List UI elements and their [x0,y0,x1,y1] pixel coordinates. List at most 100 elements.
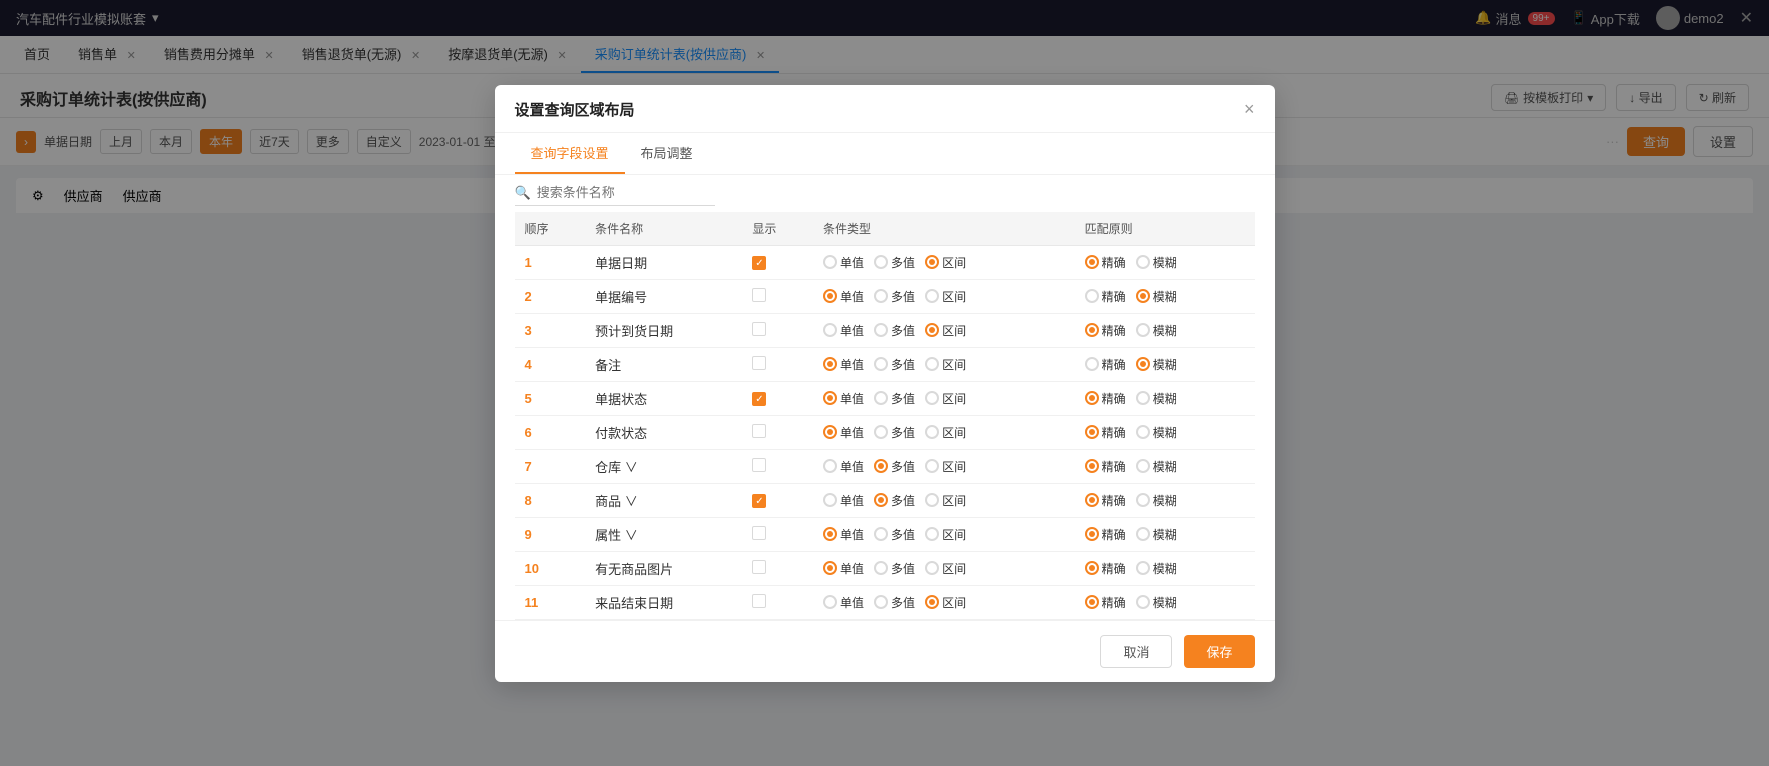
type-radio-option[interactable]: 单值 [823,458,864,475]
row-type: 单值多值区间 [813,449,1075,483]
type-radio-option[interactable]: 单值 [823,390,864,407]
type-radio-option[interactable]: 区间 [925,492,966,509]
save-button[interactable]: 保存 [1184,635,1254,668]
type-radio-option[interactable]: 多值 [874,356,915,373]
type-radio-option[interactable]: 单值 [823,492,864,509]
row-display[interactable] [742,551,813,585]
type-radio-option[interactable]: 区间 [925,390,966,407]
type-radio-option[interactable]: 单值 [823,322,864,339]
type-radio-option[interactable]: 区间 [925,424,966,441]
row-display[interactable] [742,279,813,313]
row-display[interactable] [742,245,813,279]
radio-circle [925,595,939,609]
row-display[interactable] [742,585,813,619]
match-radio-option[interactable]: 精确 [1085,594,1126,611]
dialog-tab-layout[interactable]: 布局调整 [625,133,709,174]
dialog-close-button[interactable]: × [1244,100,1255,118]
conditions-table: 顺序 条件名称 显示 条件类型 匹配原则 1单据日期单值多值区间精确模糊2单据编… [515,212,1255,620]
display-checkbox[interactable] [752,322,766,336]
type-radio-option[interactable]: 区间 [925,594,966,611]
display-checkbox[interactable] [752,458,766,472]
match-radio-option[interactable]: 模糊 [1136,424,1177,441]
match-radio-option[interactable]: 精确 [1085,458,1126,475]
dialog-footer: 取消 保存 [495,620,1275,682]
display-checkbox[interactable] [752,356,766,370]
type-radio-option[interactable]: 多值 [874,254,915,271]
display-checkbox[interactable] [752,424,766,438]
row-display[interactable] [742,517,813,551]
match-radio-option[interactable]: 精确 [1085,526,1126,543]
row-display[interactable] [742,449,813,483]
match-radio-option[interactable]: 精确 [1085,492,1126,509]
table-row: 5单据状态单值多值区间精确模糊 [515,381,1255,415]
dialog-tab-query[interactable]: 查询字段设置 [515,133,625,174]
display-checkbox[interactable] [752,594,766,608]
match-radio-option[interactable]: 模糊 [1136,390,1177,407]
type-radio-option[interactable]: 区间 [925,288,966,305]
radio-circle [874,561,888,575]
match-radio-option[interactable]: 模糊 [1136,288,1177,305]
type-radio-option[interactable]: 区间 [925,526,966,543]
radio-circle [1085,255,1099,269]
match-radio-option[interactable]: 精确 [1085,356,1126,373]
row-display[interactable] [742,347,813,381]
match-radio-option[interactable]: 模糊 [1136,594,1177,611]
row-type: 单值多值区间 [813,551,1075,585]
type-radio-option[interactable]: 区间 [925,356,966,373]
match-radio-option[interactable]: 精确 [1085,424,1126,441]
type-radio-option[interactable]: 单值 [823,560,864,577]
match-radio-option[interactable]: 模糊 [1136,356,1177,373]
match-radio-option[interactable]: 精确 [1085,254,1126,271]
type-radio-option[interactable]: 多值 [874,492,915,509]
type-radio-option[interactable]: 单值 [823,254,864,271]
type-radio-option[interactable]: 多值 [874,560,915,577]
radio-circle [1136,493,1150,507]
match-radio-option[interactable]: 精确 [1085,322,1126,339]
type-radio-option[interactable]: 单值 [823,424,864,441]
row-display[interactable] [742,381,813,415]
display-checkbox[interactable] [752,526,766,540]
type-radio-option[interactable]: 区间 [925,560,966,577]
type-radio-option[interactable]: 多值 [874,322,915,339]
display-checkbox[interactable] [752,288,766,302]
type-radio-option[interactable]: 单值 [823,288,864,305]
display-checkbox[interactable] [752,560,766,574]
type-radio-option[interactable]: 单值 [823,526,864,543]
row-name: 单据状态 [585,381,742,415]
display-checkbox[interactable] [752,494,766,508]
search-input[interactable] [537,185,697,200]
row-display[interactable] [742,313,813,347]
match-radio-option[interactable]: 精确 [1085,560,1126,577]
radio-circle [1085,357,1099,371]
type-radio-option[interactable]: 多值 [874,424,915,441]
match-radio-option[interactable]: 模糊 [1136,492,1177,509]
match-radio-option[interactable]: 模糊 [1136,526,1177,543]
display-checkbox[interactable] [752,256,766,270]
type-radio-option[interactable]: 单值 [823,594,864,611]
cancel-button[interactable]: 取消 [1100,635,1172,668]
match-radio-option[interactable]: 精确 [1085,390,1126,407]
type-radio-option[interactable]: 区间 [925,254,966,271]
type-radio-option[interactable]: 单值 [823,356,864,373]
match-radio-option[interactable]: 精确 [1085,288,1126,305]
row-name: 属性 ∨ [585,517,742,551]
type-radio-option[interactable]: 多值 [874,458,915,475]
row-match: 精确模糊 [1075,483,1255,517]
table-row: 1单据日期单值多值区间精确模糊 [515,245,1255,279]
type-radio-option[interactable]: 多值 [874,526,915,543]
match-radio-option[interactable]: 模糊 [1136,458,1177,475]
radio-circle [925,391,939,405]
row-name: 付款状态 [585,415,742,449]
type-radio-option[interactable]: 多值 [874,594,915,611]
radio-circle [1085,323,1099,337]
match-radio-option[interactable]: 模糊 [1136,322,1177,339]
type-radio-option[interactable]: 区间 [925,458,966,475]
row-display[interactable] [742,483,813,517]
match-radio-option[interactable]: 模糊 [1136,560,1177,577]
type-radio-option[interactable]: 多值 [874,288,915,305]
display-checkbox[interactable] [752,392,766,406]
match-radio-option[interactable]: 模糊 [1136,254,1177,271]
row-display[interactable] [742,415,813,449]
type-radio-option[interactable]: 多值 [874,390,915,407]
type-radio-option[interactable]: 区间 [925,322,966,339]
